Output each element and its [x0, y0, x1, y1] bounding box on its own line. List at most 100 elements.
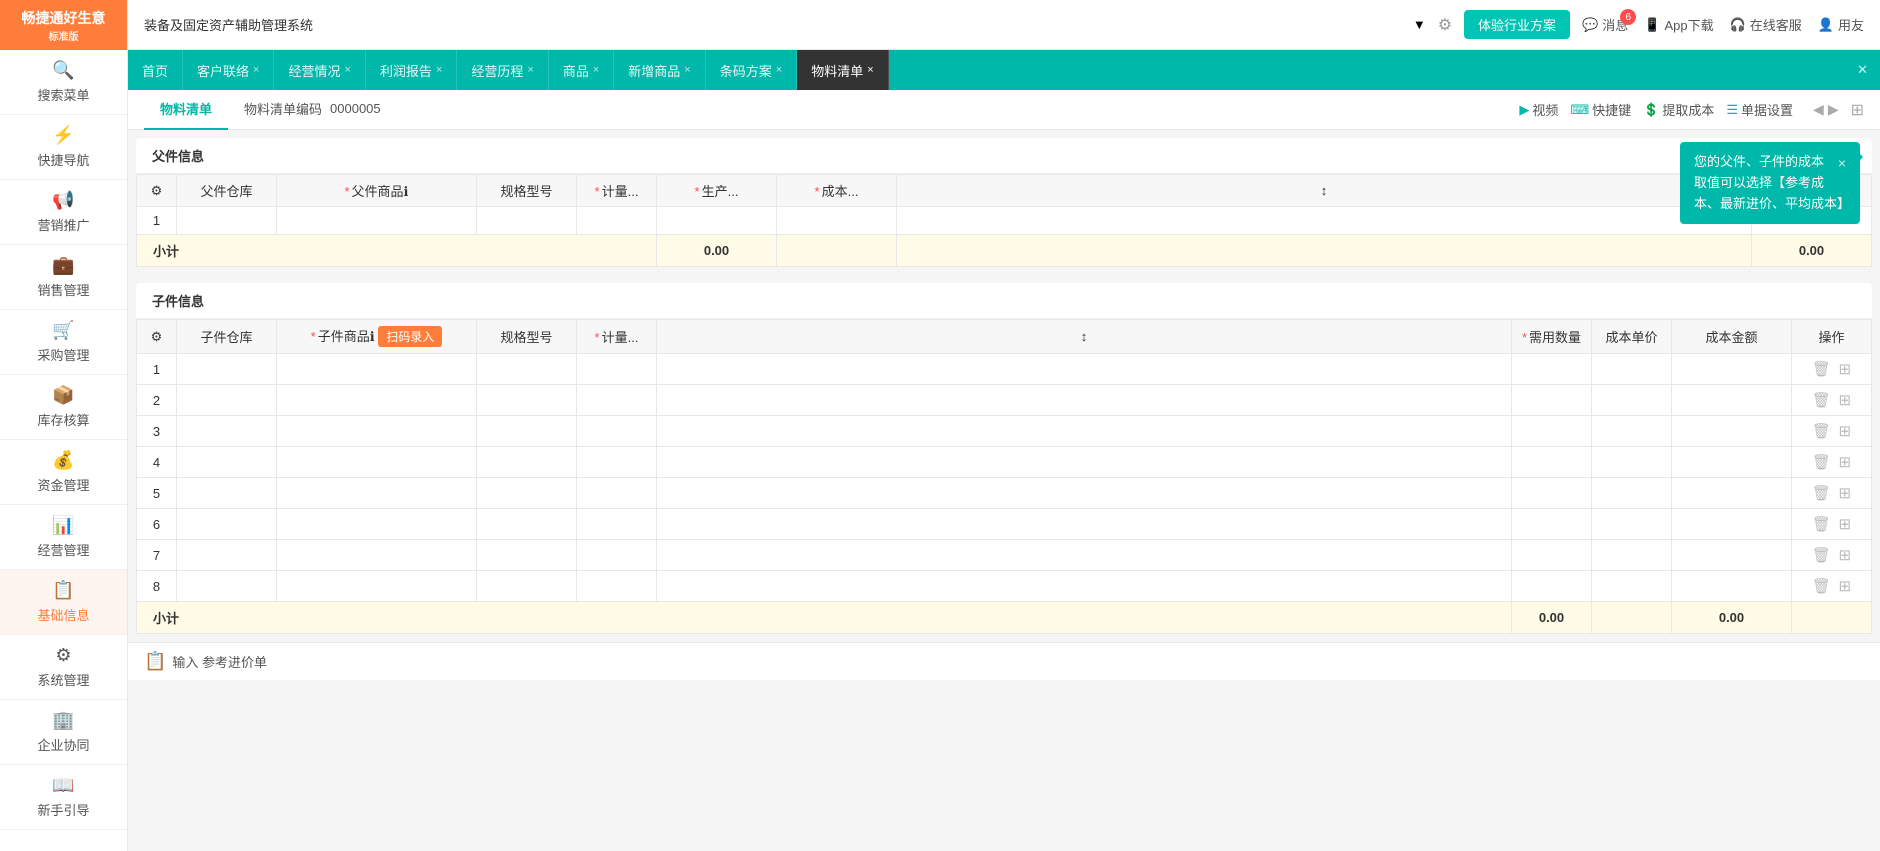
message-item[interactable]: 💬 6 消息: [1582, 15, 1628, 34]
parent-cell-warehouse[interactable]: [177, 207, 277, 235]
child-cell-unit-cost[interactable]: [1592, 509, 1672, 540]
parent-cell-product[interactable]: [277, 207, 477, 235]
copy-icon[interactable]: ⊞: [1839, 361, 1852, 378]
prev-icon[interactable]: ◀: [1813, 101, 1824, 118]
tab-material-code[interactable]: 物料清单编码 0000005: [228, 90, 397, 130]
child-cell-spec[interactable]: [477, 509, 577, 540]
child-cell-unit-cost[interactable]: [1592, 478, 1672, 509]
nav-tab-close[interactable]: ×: [776, 64, 782, 76]
copy-icon[interactable]: ⊞: [1839, 578, 1852, 595]
sidebar-item-system[interactable]: ⚙系统管理: [0, 635, 127, 700]
child-cell-unit-cost[interactable]: [1592, 385, 1672, 416]
parent-cell-date[interactable]: [657, 207, 777, 235]
app-download-item[interactable]: 📱 App下载: [1644, 15, 1713, 34]
child-cell-warehouse[interactable]: [177, 385, 277, 416]
tooltip-close-btn[interactable]: ×: [1838, 152, 1846, 174]
child-cell-unit[interactable]: [577, 540, 657, 571]
child-cell-product[interactable]: [277, 385, 477, 416]
grid-view-icon[interactable]: ⊞: [1851, 100, 1864, 120]
sidebar-item-enterprise[interactable]: 🏢企业协同: [0, 700, 127, 765]
delete-icon[interactable]: 🗑: [1812, 547, 1831, 564]
online-service-item[interactable]: 🎧 在线客服: [1730, 15, 1802, 34]
child-cell-qty[interactable]: [1512, 509, 1592, 540]
nav-tab-经营历程[interactable]: 经营历程 ×: [457, 50, 548, 90]
delete-icon[interactable]: 🗑: [1812, 454, 1831, 471]
child-cell-product[interactable]: [277, 540, 477, 571]
delete-icon[interactable]: 🗑: [1812, 361, 1831, 378]
child-cell-qty[interactable]: [1512, 540, 1592, 571]
trial-button[interactable]: 体验行业方案: [1464, 10, 1570, 39]
sidebar-item-guide[interactable]: 📖新手引导: [0, 765, 127, 830]
child-cell-qty[interactable]: [1512, 447, 1592, 478]
delete-icon[interactable]: 🗑: [1812, 516, 1831, 533]
child-cell-spec[interactable]: [477, 354, 577, 385]
child-cell-product[interactable]: [277, 447, 477, 478]
child-cell-warehouse[interactable]: [177, 447, 277, 478]
child-cell-unit[interactable]: [577, 354, 657, 385]
child-cell-spec[interactable]: [477, 571, 577, 602]
copy-icon[interactable]: ⊞: [1839, 516, 1852, 533]
single-setting-btn[interactable]: ☰ 单据设置: [1726, 100, 1793, 119]
child-cell-warehouse[interactable]: [177, 354, 277, 385]
child-cell-qty[interactable]: [1512, 354, 1592, 385]
nav-tab-close[interactable]: ×: [593, 64, 599, 76]
nav-tab-close[interactable]: ×: [344, 64, 350, 76]
nav-tab-close[interactable]: ×: [527, 64, 533, 76]
nav-tab-条码方案[interactable]: 条码方案 ×: [706, 50, 797, 90]
parent-col-gear[interactable]: ⚙: [137, 175, 177, 207]
nav-tab-客户联络[interactable]: 客户联络 ×: [183, 50, 274, 90]
child-cell-unit[interactable]: [577, 478, 657, 509]
nav-tab-close[interactable]: ×: [867, 64, 873, 76]
child-cell-spec[interactable]: [477, 385, 577, 416]
gear-icon[interactable]: ⚙: [1438, 15, 1452, 35]
user-item[interactable]: 👤 用友: [1818, 15, 1864, 34]
parent-cell-cost[interactable]: [777, 207, 897, 235]
copy-icon[interactable]: ⊞: [1839, 423, 1852, 440]
view-video-btn[interactable]: ▶ 视频: [1519, 100, 1558, 119]
sidebar-item-inventory[interactable]: 📦库存核算: [0, 375, 127, 440]
child-col-gear[interactable]: ⚙: [137, 320, 177, 354]
delete-icon[interactable]: 🗑: [1812, 578, 1831, 595]
child-cell-unit-cost[interactable]: [1592, 416, 1672, 447]
copy-icon[interactable]: ⊞: [1839, 392, 1852, 409]
sidebar-item-purchase[interactable]: 🛒采购管理: [0, 310, 127, 375]
shortcut-btn[interactable]: ⌨ 快捷键: [1570, 100, 1631, 119]
copy-icon[interactable]: ⊞: [1839, 454, 1852, 471]
system-select[interactable]: ▼: [1413, 17, 1426, 32]
child-cell-warehouse[interactable]: [177, 509, 277, 540]
nav-tab-close[interactable]: ×: [253, 64, 259, 76]
nav-tab-物料清单[interactable]: 物料清单 ×: [797, 50, 888, 90]
child-cell-spec[interactable]: [477, 416, 577, 447]
close-page-icon[interactable]: ✕: [1845, 62, 1880, 78]
nav-tab-商品[interactable]: 商品 ×: [549, 50, 614, 90]
nav-tab-新增商品[interactable]: 新增商品 ×: [614, 50, 705, 90]
parent-cell-unit[interactable]: [577, 207, 657, 235]
child-cell-qty[interactable]: [1512, 478, 1592, 509]
child-cell-unit-cost[interactable]: [1592, 540, 1672, 571]
nav-tab-close[interactable]: ×: [684, 64, 690, 76]
child-cell-unit[interactable]: [577, 509, 657, 540]
child-cell-warehouse[interactable]: [177, 478, 277, 509]
child-cell-unit-cost[interactable]: [1592, 447, 1672, 478]
child-cell-spec[interactable]: [477, 447, 577, 478]
sidebar-item-quick-nav[interactable]: ⚡快捷导航: [0, 115, 127, 180]
sidebar-item-search[interactable]: 🔍搜索菜单: [0, 50, 127, 115]
child-cell-qty[interactable]: [1512, 416, 1592, 447]
nav-tab-利润报告[interactable]: 利润报告 ×: [366, 50, 457, 90]
child-cell-qty[interactable]: [1512, 571, 1592, 602]
copy-icon[interactable]: ⊞: [1839, 485, 1852, 502]
child-cell-unit[interactable]: [577, 571, 657, 602]
child-cell-unit[interactable]: [577, 447, 657, 478]
child-cell-warehouse[interactable]: [177, 540, 277, 571]
child-cell-product[interactable]: [277, 571, 477, 602]
delete-icon[interactable]: 🗑: [1812, 485, 1831, 502]
child-cell-unit[interactable]: [577, 416, 657, 447]
child-cell-unit[interactable]: [577, 385, 657, 416]
child-cell-product[interactable]: [277, 509, 477, 540]
copy-icon[interactable]: ⊞: [1839, 547, 1852, 564]
sidebar-item-marketing[interactable]: 📢营销推广: [0, 180, 127, 245]
sidebar-item-operation[interactable]: 📊经营管理: [0, 505, 127, 570]
scan-btn[interactable]: 扫码录入: [378, 326, 442, 347]
sidebar-item-finance[interactable]: 💰资金管理: [0, 440, 127, 505]
sidebar-item-basic[interactable]: 📋基础信息: [0, 570, 127, 635]
